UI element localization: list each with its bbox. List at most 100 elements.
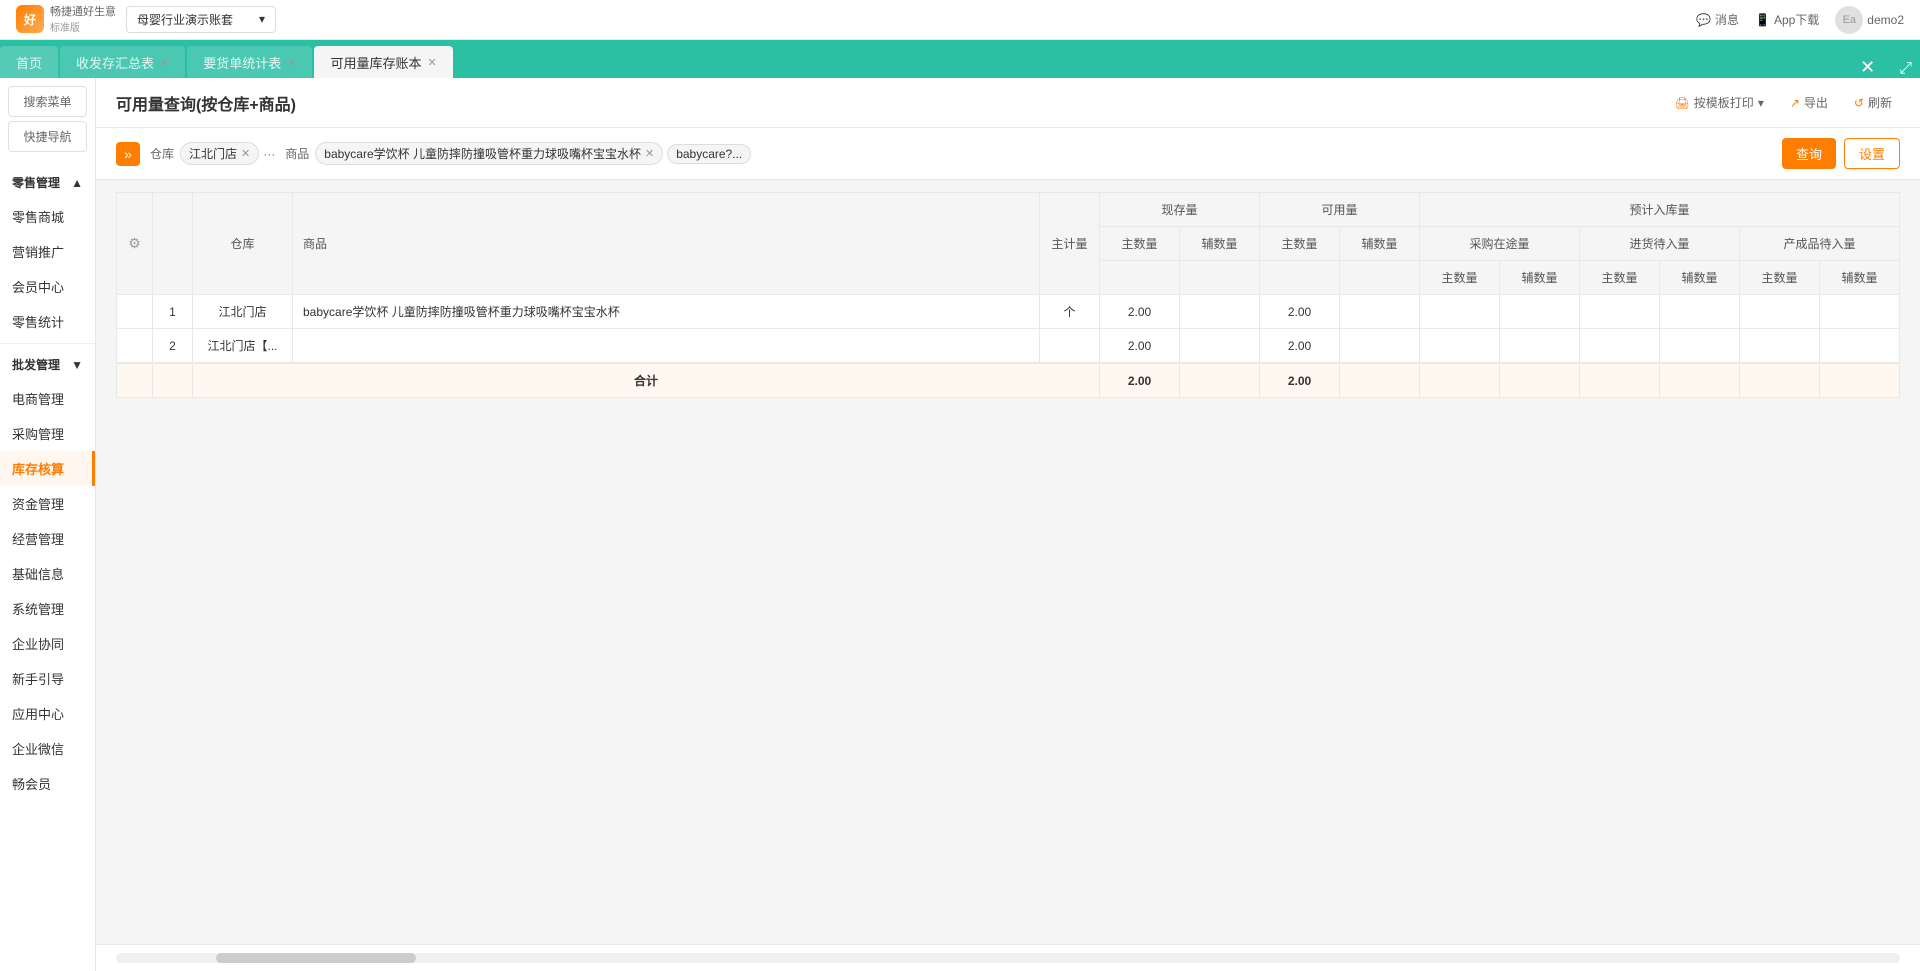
sidebar-item-app-center[interactable]: 应用中心: [0, 696, 95, 731]
chevron-down-icon: ▾: [259, 12, 265, 26]
settings-btn[interactable]: 设置: [1844, 138, 1900, 169]
chevron-down-icon: ▼: [71, 358, 83, 372]
td-inc-aux-1: [1660, 295, 1740, 329]
sidebar-item-operations[interactable]: 经营管理: [0, 521, 95, 556]
warehouse-tag-0[interactable]: 江北门店 ✕: [180, 142, 259, 165]
warehouse-more[interactable]: ···: [263, 147, 275, 161]
td-avail-aux-2: [1340, 329, 1420, 364]
table-wrapper: ⚙ 仓库 商品 主计量 现存量 可用量 预计入库量: [116, 192, 1900, 398]
td-summary-avail-main: 2.00: [1260, 363, 1340, 398]
refresh-btn[interactable]: ↺ 刷新: [1846, 90, 1900, 115]
search-menu-btn[interactable]: 搜索菜单: [8, 86, 87, 117]
td-summary-inc-aux: [1660, 363, 1740, 398]
data-table: ⚙ 仓库 商品 主计量 现存量 可用量 预计入库量: [116, 192, 1900, 398]
expand-tabs-icon[interactable]: ⤢: [1891, 60, 1920, 78]
scrollbar-thumb[interactable]: [216, 953, 416, 963]
tab-home[interactable]: 首页: [0, 46, 58, 78]
tab-receipt-summary[interactable]: 收发存汇总表 ✕: [60, 46, 185, 78]
quick-nav-btn[interactable]: 快捷导航: [8, 121, 87, 152]
th-prod-aux: 辅数量: [1820, 261, 1900, 295]
tab-order-stats-label: 要货单统计表: [203, 53, 281, 72]
main-layout: 搜索菜单 快捷导航 零售管理 ▲ 零售商城 营销推广 会员中心 零售统计 批发管…: [0, 78, 1920, 971]
user-name: demo2: [1867, 13, 1904, 27]
industry-selector[interactable]: 母婴行业演示账套 ▾: [126, 6, 276, 33]
td-inc-main-2: [1580, 329, 1660, 364]
print-icon: 🖨: [1675, 96, 1690, 110]
summary-row: 合计 2.00 2.00: [117, 363, 1900, 398]
close-tab-available-stock[interactable]: ✕: [428, 56, 437, 69]
td-unit-1: 个: [1040, 295, 1100, 329]
app-download-btn[interactable]: 📱 App下载: [1755, 11, 1819, 28]
expand-filter-btn[interactable]: »: [116, 142, 140, 166]
td-inc-main-1: [1580, 295, 1660, 329]
header-actions: 🖨 按模板打印 ▾ ↗ 导出 ↺ 刷新: [1667, 90, 1900, 115]
close-all-tabs[interactable]: ✕: [1852, 57, 1883, 78]
close-tab-order-stats[interactable]: ✕: [287, 56, 296, 69]
sidebar-item-enterprise-wechat[interactable]: 企业微信: [0, 731, 95, 766]
td-avail-main-1: 2.00: [1260, 295, 1340, 329]
top-bar-left: 好 畅捷通好生意 标准版 母婴行业演示账套 ▾: [16, 5, 276, 34]
message-btn[interactable]: 💬 消息: [1696, 11, 1739, 28]
user-area[interactable]: Ea demo2: [1835, 6, 1904, 34]
avatar: Ea: [1835, 6, 1863, 34]
export-btn[interactable]: ↗ 导出: [1782, 90, 1836, 115]
sidebar-item-retail-stats[interactable]: 零售统计: [0, 304, 95, 339]
table-row: 2 江北门店【... 2.00 2.00: [117, 329, 1900, 364]
table-scroll[interactable]: ⚙ 仓库 商品 主计量 现存量 可用量 预计入库量: [116, 192, 1900, 398]
table-row: 1 江北门店 babycare学饮杯 儿童防摔防撞吸管杯重力球吸嘴杯宝宝水杯 个…: [117, 295, 1900, 329]
warehouse-tags: 江北门店 ✕ ···: [180, 142, 275, 165]
sidebar-item-marketing[interactable]: 营销推广: [0, 234, 95, 269]
sidebar-item-system[interactable]: 系统管理: [0, 591, 95, 626]
sidebar-item-member[interactable]: 会员中心: [0, 269, 95, 304]
sidebar-item-vip[interactable]: 畅会员: [0, 766, 95, 801]
product-tag-1[interactable]: babycare?...: [667, 144, 751, 164]
chevron-icon: ▲: [71, 176, 83, 190]
td-prod-aux-2: [1820, 329, 1900, 364]
gear-settings-icon[interactable]: ⚙: [128, 235, 141, 251]
td-avail-main-2: 2.00: [1260, 329, 1340, 364]
tab-available-stock[interactable]: 可用量库存账本 ✕: [314, 46, 452, 78]
sidebar-item-wholesale-mgmt[interactable]: 批发管理 ▼: [0, 348, 95, 381]
th-available-main-qty: 主数量: [1260, 227, 1340, 261]
product-tag-0[interactable]: babycare学饮杯 儿童防摔防撞吸管杯重力球吸嘴杯宝宝水杯 ✕: [315, 142, 663, 165]
close-tab-receipt-summary[interactable]: ✕: [160, 56, 169, 69]
remove-warehouse-tag[interactable]: ✕: [241, 147, 250, 160]
th-pur-main: 主数量: [1420, 261, 1500, 295]
sidebar-item-finance[interactable]: 资金管理: [0, 486, 95, 521]
sidebar-item-enterprise-collab[interactable]: 企业协同: [0, 626, 95, 661]
td-summary-curr-aux: [1180, 363, 1260, 398]
sidebar-item-purchase[interactable]: 采购管理: [0, 416, 95, 451]
th-cs-main: [1100, 261, 1180, 295]
th-incoming: 进货待入量: [1580, 227, 1740, 261]
product-filter: 商品 babycare学饮杯 儿童防摔防撞吸管杯重力球吸嘴杯宝宝水杯 ✕ bab…: [285, 142, 751, 165]
sidebar-item-retail-mall[interactable]: 零售商城: [0, 199, 95, 234]
sidebar-item-retail-mgmt[interactable]: 零售管理 ▲: [0, 166, 95, 199]
td-seq-1: 1: [153, 295, 193, 329]
sidebar-item-newbie[interactable]: 新手引导: [0, 661, 95, 696]
td-pur-aux-1: [1500, 295, 1580, 329]
th-production: 产成品待入量: [1740, 227, 1900, 261]
tab-receipt-summary-label: 收发存汇总表: [76, 53, 154, 72]
remove-product-tag-0[interactable]: ✕: [645, 147, 654, 160]
th-prod-main: 主数量: [1740, 261, 1820, 295]
sidebar-nav: 零售管理 ▲ 零售商城 营销推广 会员中心 零售统计 批发管理 ▼ 电商管理: [0, 160, 95, 807]
refresh-icon: ↺: [1854, 96, 1864, 110]
logo-icon: 好: [16, 5, 44, 33]
top-bar-right: 💬 消息 📱 App下载 Ea demo2: [1696, 6, 1904, 34]
td-unit-2: [1040, 329, 1100, 364]
horizontal-scrollbar[interactable]: [116, 953, 1900, 963]
tab-order-stats[interactable]: 要货单统计表 ✕: [187, 46, 312, 78]
logo-area: 好 畅捷通好生意 标准版: [16, 5, 116, 34]
sidebar-item-ecommerce[interactable]: 电商管理: [0, 381, 95, 416]
query-btn[interactable]: 查询: [1782, 138, 1836, 169]
td-seq-2: 2: [153, 329, 193, 364]
td-curr-main-1: 2.00: [1100, 295, 1180, 329]
tab-home-label: 首页: [16, 53, 42, 72]
td-gear-1: [117, 295, 153, 329]
print-btn[interactable]: 🖨 按模板打印 ▾: [1667, 90, 1772, 115]
sidebar-item-basic-info[interactable]: 基础信息: [0, 556, 95, 591]
sidebar-item-inventory[interactable]: 库存核算: [0, 451, 95, 486]
filter-bar: » 仓库 江北门店 ✕ ··· 商品 babycare学饮杯 儿童防摔防撞吸管杯…: [96, 128, 1920, 180]
td-pur-main-2: [1420, 329, 1500, 364]
td-avail-aux-1: [1340, 295, 1420, 329]
